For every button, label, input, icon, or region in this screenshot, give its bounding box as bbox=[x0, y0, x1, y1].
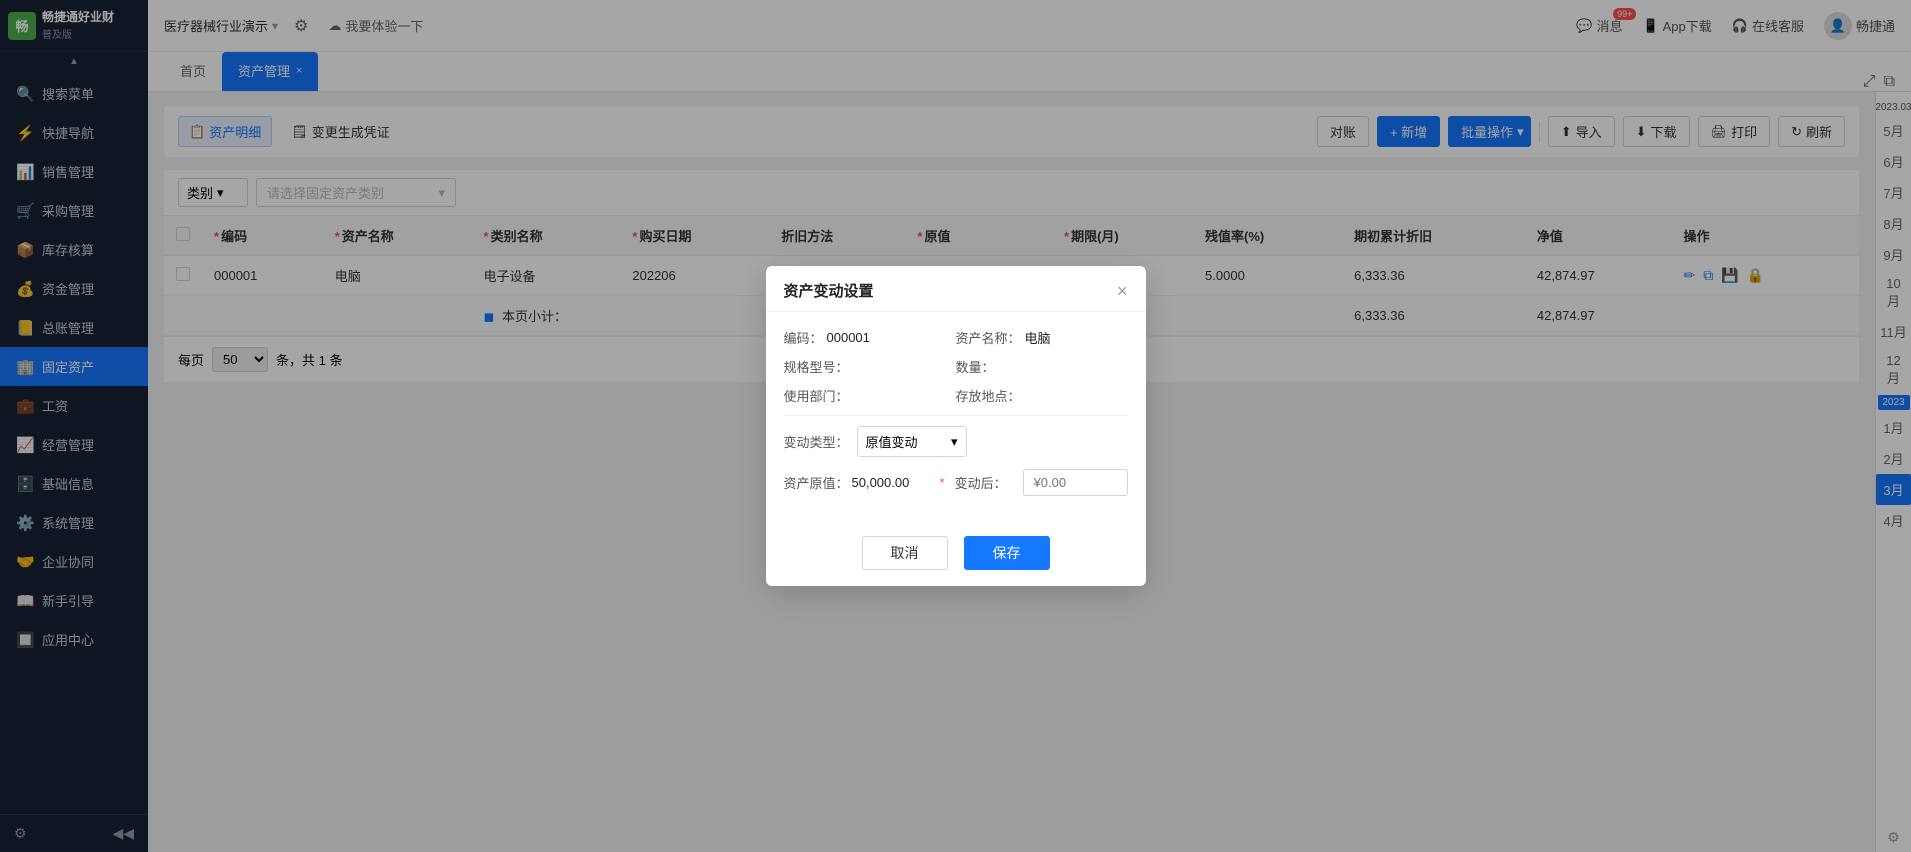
change-type-value: 原值变动 bbox=[866, 432, 918, 451]
change-type-label: 变动类型： bbox=[784, 432, 849, 451]
required-star: * bbox=[940, 475, 945, 490]
modal-field-location: 存放地点： bbox=[956, 386, 1128, 405]
department-label: 使用部门： bbox=[784, 386, 849, 405]
save-button[interactable]: 保存 bbox=[964, 536, 1050, 570]
modal-field-asset-name: 资产名称： 电脑 bbox=[956, 328, 1128, 347]
modal-row-dept-loc: 使用部门： 存放地点： bbox=[784, 386, 1128, 405]
after-change-input[interactable] bbox=[1023, 469, 1128, 496]
modal-field-code: 编码： 000001 bbox=[784, 328, 956, 347]
modal-divider bbox=[784, 415, 1128, 416]
asset-name-value: 电脑 bbox=[1025, 328, 1051, 347]
modal-change-type-row: 变动类型： 原值变动 ▾ bbox=[784, 426, 1128, 457]
quantity-label: 数量： bbox=[956, 357, 995, 376]
asset-name-label: 资产名称： bbox=[956, 328, 1021, 347]
modal-field-quantity: 数量： bbox=[956, 357, 1128, 376]
modal-field-department: 使用部门： bbox=[784, 386, 956, 405]
spec-label: 规格型号： bbox=[784, 357, 849, 376]
asset-original-label: 资产原值： bbox=[784, 473, 844, 492]
modal-value-row: 资产原值： 50,000.00 * 变动后： bbox=[784, 469, 1128, 496]
code-label: 编码： bbox=[784, 328, 823, 347]
modal-footer: 取消 保存 bbox=[766, 524, 1146, 586]
modal-body: 编码： 000001 资产名称： 电脑 规格型号： 数量： bbox=[766, 312, 1146, 524]
asset-change-modal: 资产变动设置 × 编码： 000001 资产名称： 电脑 规格型号： bbox=[766, 266, 1146, 586]
modal-overlay: 资产变动设置 × 编码： 000001 资产名称： 电脑 规格型号： bbox=[0, 0, 1911, 852]
modal-field-spec: 规格型号： bbox=[784, 357, 956, 376]
modal-row-spec-qty: 规格型号： 数量： bbox=[784, 357, 1128, 376]
modal-header: 资产变动设置 × bbox=[766, 266, 1146, 312]
code-value: 000001 bbox=[827, 330, 870, 345]
asset-original-value: 50,000.00 bbox=[852, 475, 932, 490]
location-label: 存放地点： bbox=[956, 386, 1021, 405]
change-type-select[interactable]: 原值变动 ▾ bbox=[857, 426, 967, 457]
modal-title: 资产变动设置 bbox=[784, 280, 874, 301]
change-type-chevron-icon: ▾ bbox=[951, 434, 958, 450]
modal-row-code-name: 编码： 000001 资产名称： 电脑 bbox=[784, 328, 1128, 347]
modal-close-btn[interactable]: × bbox=[1117, 282, 1128, 300]
cancel-button[interactable]: 取消 bbox=[862, 536, 948, 570]
after-change-label: 变动后： bbox=[955, 473, 1015, 492]
